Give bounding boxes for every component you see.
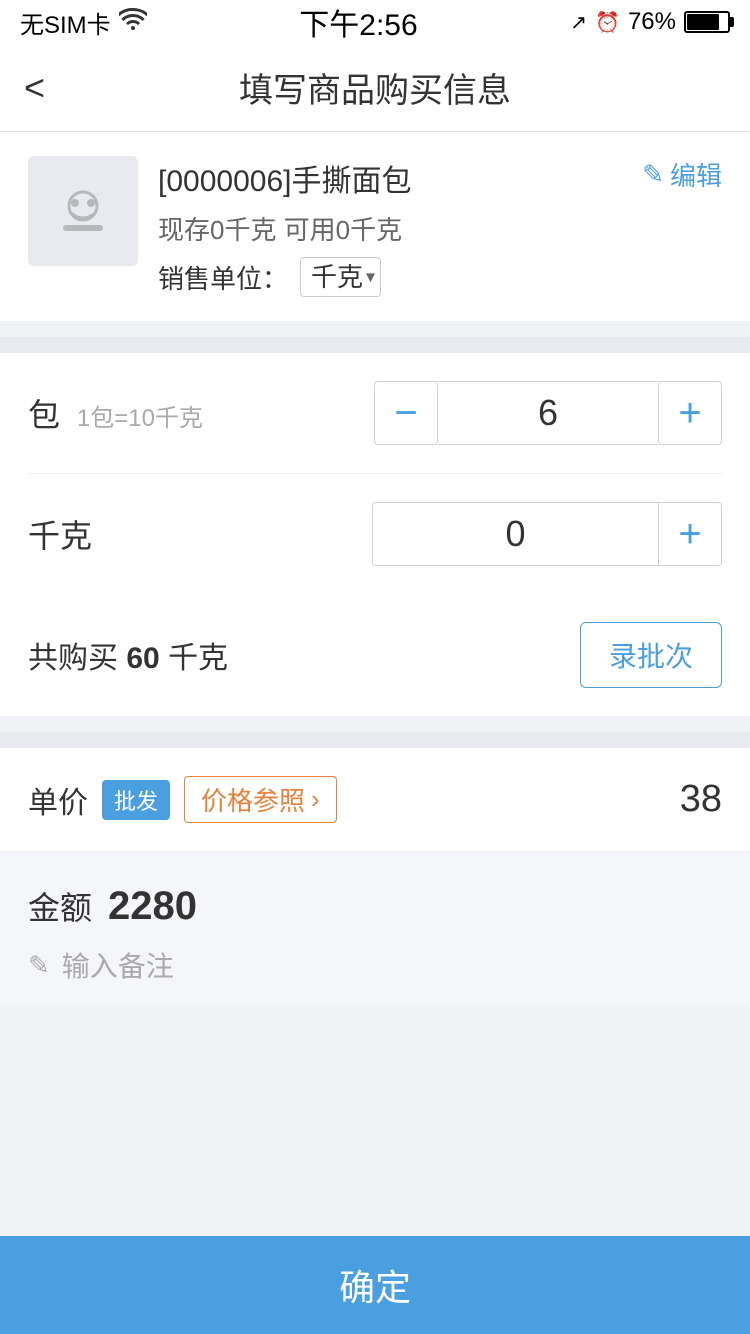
separator-1 — [0, 337, 750, 353]
total-section: 共购买 60 千克 录批次 — [0, 594, 750, 716]
input-section: 包 1包=10千克 − + 千克 + — [0, 353, 750, 594]
confirm-button[interactable]: 确定 — [0, 1236, 750, 1334]
total-text: 共购买 60 千克 — [28, 633, 228, 677]
empty-space — [0, 1005, 750, 1265]
kg-stepper: + — [372, 502, 722, 566]
remark-row[interactable]: ✎ 输入备注 — [28, 945, 722, 985]
back-button[interactable]: < — [24, 67, 45, 109]
bag-minus-button[interactable]: − — [374, 381, 438, 445]
nav-bar: < 填写商品购买信息 — [0, 44, 750, 132]
amount-value: 2280 — [108, 884, 197, 929]
kg-input-row: 千克 + — [28, 474, 722, 594]
unit-select[interactable]: 千克 — [300, 257, 381, 297]
bag-plus-button[interactable]: + — [658, 381, 722, 445]
price-ref-button[interactable]: 价格参照 › — [184, 776, 337, 823]
price-value: 38 — [680, 778, 722, 821]
bag-label: 包 1包=10千克 — [28, 390, 374, 436]
bag-input[interactable] — [438, 381, 658, 445]
product-card: [0000006]手撕面包 现存0千克 可用0千克 销售单位： 千克 ✎ 编辑 — [0, 132, 750, 321]
status-right: ↗ ⏰ 76% — [570, 8, 730, 36]
amount-row: 金额 2280 — [28, 883, 722, 929]
remark-placeholder: 输入备注 — [62, 945, 174, 985]
kg-input[interactable] — [372, 502, 658, 566]
kg-plus-button[interactable]: + — [658, 502, 722, 566]
bag-stepper: − + — [374, 381, 722, 445]
amount-label: 金额 — [28, 883, 92, 929]
carrier-text: 无SIM卡 — [20, 5, 111, 40]
edit-icon: ✎ — [642, 159, 664, 190]
kg-label: 千克 — [28, 511, 372, 557]
edit-label: 编辑 — [670, 156, 722, 193]
product-info: [0000006]手撕面包 现存0千克 可用0千克 销售单位： 千克 — [158, 156, 622, 297]
battery-icon — [684, 11, 730, 33]
product-unit-row: 销售单位： 千克 — [158, 257, 622, 297]
unit-label: 销售单位： — [158, 259, 288, 296]
alarm-icon: ⏰ — [595, 10, 620, 35]
total-value: 60 — [126, 642, 168, 675]
status-bar: 无SIM卡 下午2:56 ↗ ⏰ 76% — [0, 0, 750, 44]
status-time: 下午2:56 — [299, 0, 417, 44]
product-logo-icon — [53, 181, 113, 241]
bag-input-row: 包 1包=10千克 − + — [28, 353, 722, 474]
separator-2 — [0, 732, 750, 748]
edit-button[interactable]: ✎ 编辑 — [642, 156, 722, 193]
content: [0000006]手撕面包 现存0千克 可用0千克 销售单位： 千克 ✎ 编辑 … — [0, 132, 750, 1265]
battery-percent: 76% — [628, 8, 676, 36]
wifi-icon — [119, 8, 147, 37]
bag-sublabel: 1包=10千克 — [77, 405, 203, 432]
location-icon: ↗ — [570, 10, 587, 35]
product-stock: 现存0千克 可用0千克 — [158, 210, 622, 247]
price-ref-label: 价格参照 — [201, 781, 305, 818]
price-section: 单价 批发 价格参照 › 38 — [0, 748, 750, 851]
price-type-tag: 批发 — [102, 780, 170, 820]
status-left: 无SIM卡 — [20, 5, 147, 40]
pencil-icon: ✎ — [28, 950, 50, 981]
batch-button[interactable]: 录批次 — [580, 622, 722, 688]
product-name: [0000006]手撕面包 — [158, 156, 622, 200]
unit-select-wrapper[interactable]: 千克 — [300, 257, 381, 297]
amount-section: 金额 2280 ✎ 输入备注 — [0, 853, 750, 1005]
price-label: 单价 — [28, 778, 88, 822]
page-title: 填写商品购买信息 — [239, 63, 511, 112]
price-ref-arrow-icon: › — [311, 784, 320, 815]
product-image — [28, 156, 138, 266]
